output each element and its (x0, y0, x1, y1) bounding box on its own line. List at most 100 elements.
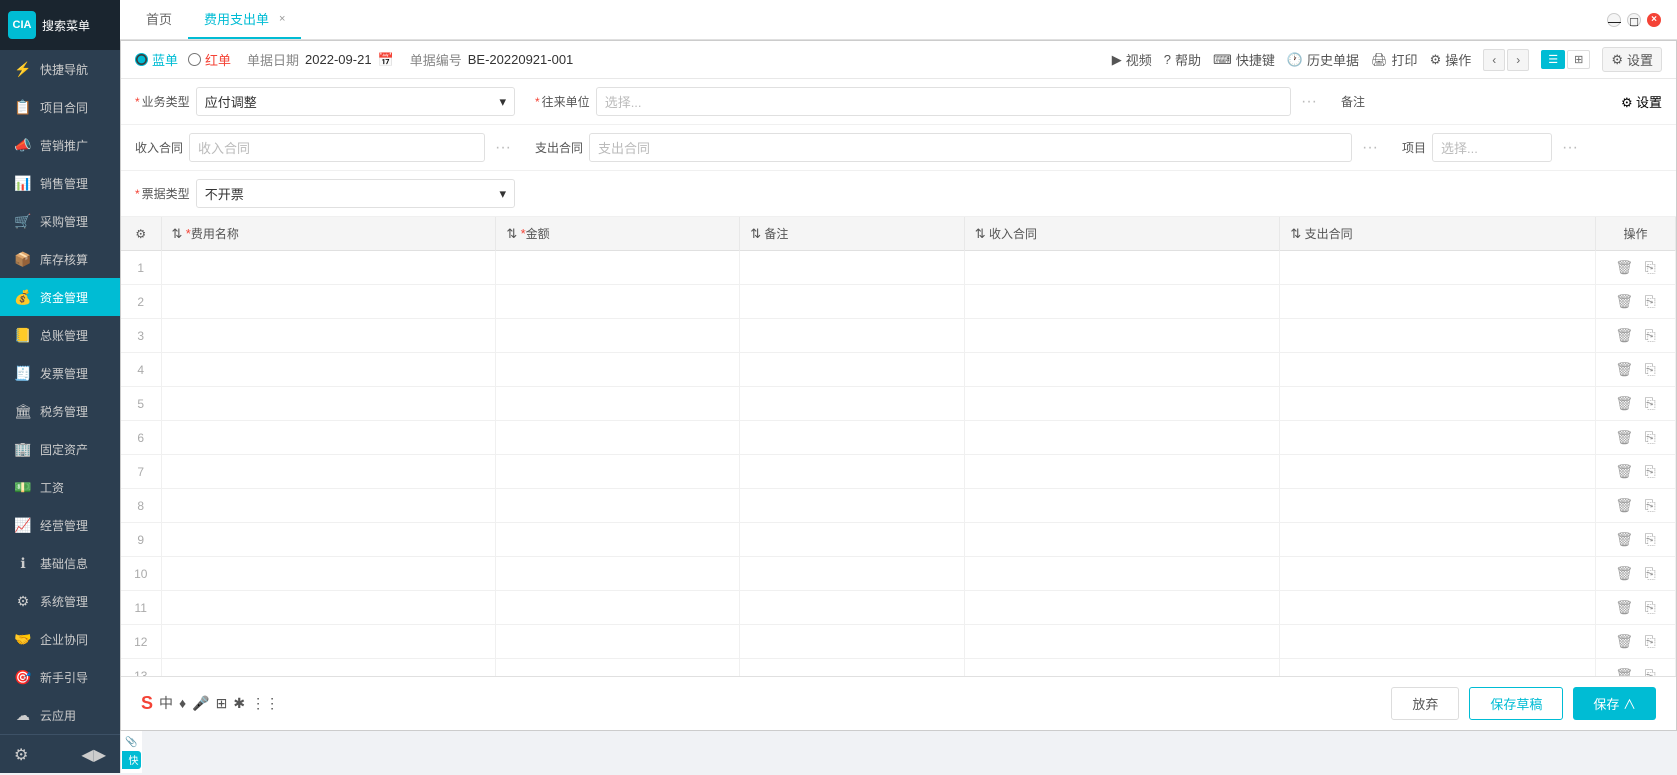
row-income-contract-2[interactable] (964, 285, 1280, 319)
tab-close-expense[interactable]: × (279, 13, 285, 25)
attachment-icon[interactable]: 📎 (126, 735, 137, 747)
brand-star-icon[interactable]: ✱ (233, 695, 245, 712)
col-settings[interactable]: ⚙ (121, 217, 161, 251)
row-remark-3[interactable] (740, 319, 965, 353)
radio-hong[interactable]: 红单 (188, 50, 231, 69)
row-income-contract-6[interactable] (964, 421, 1280, 455)
row-income-contract-11[interactable] (964, 591, 1280, 625)
row-remark-2[interactable] (740, 285, 965, 319)
row-delete-7[interactable]: 🗑 (1611, 461, 1637, 482)
row-expense-contract-5[interactable] (1280, 387, 1596, 421)
row-delete-6[interactable]: 🗑 (1611, 427, 1637, 448)
history-tool[interactable]: 🕐 历史单据 (1287, 50, 1359, 69)
row-remark-7[interactable] (740, 455, 965, 489)
sidebar-item-tax-mgmt[interactable]: 🏛税务管理 (0, 392, 120, 430)
view-list-btn[interactable]: ☰ (1541, 50, 1565, 69)
row-remark-4[interactable] (740, 353, 965, 387)
row-income-contract-7[interactable] (964, 455, 1280, 489)
action-tool[interactable]: ⚙ 操作 (1430, 50, 1472, 69)
row-copy-10[interactable]: ⎘ (1640, 563, 1659, 584)
row-delete-1[interactable]: 🗑 (1611, 257, 1637, 278)
row-copy-2[interactable]: ⎘ (1640, 291, 1659, 312)
brand-grid-icon[interactable]: ⊞ (216, 695, 228, 712)
date-value[interactable]: 2022-09-21 (305, 52, 372, 67)
radio-lan[interactable]: 蓝单 (135, 50, 178, 69)
row-income-contract-10[interactable] (964, 557, 1280, 591)
brand-mic-icon[interactable]: 🎤 (192, 695, 209, 712)
col-expense-sort[interactable]: ⇅ (1290, 226, 1301, 241)
row-copy-11[interactable]: ⎘ (1640, 597, 1659, 618)
row-remark-8[interactable] (740, 489, 965, 523)
sidebar-item-newbie[interactable]: 🎯新手引导 (0, 658, 120, 696)
row-income-contract-13[interactable] (964, 659, 1280, 676)
settings-footer-icon[interactable]: ⚙ (14, 745, 28, 765)
sidebar-item-fixed-assets[interactable]: 🏢固定资产 (0, 430, 120, 468)
discard-button[interactable]: 放弃 (1391, 687, 1459, 720)
row-income-contract-1[interactable] (964, 251, 1280, 285)
row-income-contract-4[interactable] (964, 353, 1280, 387)
brand-zhong-icon[interactable]: 中 (159, 693, 173, 713)
row-copy-4[interactable]: ⎘ (1640, 359, 1659, 380)
row-amount-8[interactable] (496, 489, 740, 523)
row-expense-name-3[interactable] (161, 319, 496, 353)
row-income-contract-3[interactable] (964, 319, 1280, 353)
settings-button[interactable]: ⚙ 设置 (1602, 47, 1662, 72)
row-expense-contract-12[interactable] (1280, 625, 1596, 659)
row-delete-9[interactable]: 🗑 (1611, 529, 1637, 550)
invoice-type-select[interactable]: 不开票 ▾ (196, 179, 515, 208)
row-expense-name-9[interactable] (161, 523, 496, 557)
row-expense-name-5[interactable] (161, 387, 496, 421)
minimize-button[interactable]: — (1607, 13, 1621, 27)
row-delete-2[interactable]: 🗑 (1611, 291, 1637, 312)
expense-contract-dots[interactable]: ··· (1358, 139, 1382, 157)
project-select[interactable]: 选择... (1432, 133, 1552, 162)
row-expense-contract-7[interactable] (1280, 455, 1596, 489)
row-expense-name-4[interactable] (161, 353, 496, 387)
row-copy-13[interactable]: ⎘ (1640, 665, 1659, 676)
row-remark-11[interactable] (740, 591, 965, 625)
project-dots[interactable]: ··· (1558, 139, 1582, 157)
row-expense-name-11[interactable] (161, 591, 496, 625)
sidebar-item-ops-mgmt[interactable]: 📈经营管理 (0, 506, 120, 544)
sidebar-item-basic-info[interactable]: ℹ基础信息 (0, 544, 120, 582)
row-amount-4[interactable] (496, 353, 740, 387)
row-income-contract-8[interactable] (964, 489, 1280, 523)
row-delete-3[interactable]: 🗑 (1611, 325, 1637, 346)
sidebar-item-marketing[interactable]: 📣营销推广 (0, 126, 120, 164)
sidebar-item-fund-mgmt[interactable]: 💰资金管理 (0, 278, 120, 316)
row-amount-3[interactable] (496, 319, 740, 353)
video-tool[interactable]: ▶ 视频 (1112, 50, 1152, 69)
row-amount-10[interactable] (496, 557, 740, 591)
sidebar-item-enterprise[interactable]: 🤝企业协同 (0, 620, 120, 658)
search-menu-label[interactable]: 搜索菜单 (42, 17, 90, 34)
row-expense-name-13[interactable] (161, 659, 496, 676)
row-income-contract-9[interactable] (964, 523, 1280, 557)
row-copy-9[interactable]: ⎘ (1640, 529, 1659, 550)
income-contract-select[interactable]: 收入合同 (189, 133, 485, 162)
counterpart-dots[interactable]: ··· (1297, 93, 1321, 111)
brand-diamond-icon[interactable]: ♦ (179, 695, 186, 711)
nav-prev-btn[interactable]: ‹ (1483, 49, 1505, 71)
row-delete-10[interactable]: 🗑 (1611, 563, 1637, 584)
row-amount-1[interactable] (496, 251, 740, 285)
row-expense-name-8[interactable] (161, 489, 496, 523)
row-expense-name-1[interactable] (161, 251, 496, 285)
row-amount-9[interactable] (496, 523, 740, 557)
volume-footer-icon[interactable]: ◀▶ (81, 745, 106, 765)
row-copy-12[interactable]: ⎘ (1640, 631, 1659, 652)
row-remark-12[interactable] (740, 625, 965, 659)
counterpart-select[interactable]: 选择... (596, 87, 1291, 116)
row-expense-contract-9[interactable] (1280, 523, 1596, 557)
business-type-select[interactable]: 应付调整 ▾ (196, 87, 515, 116)
tab-home[interactable]: 首页 (130, 1, 188, 39)
row-remark-13[interactable] (740, 659, 965, 676)
close-button[interactable]: × (1647, 13, 1661, 27)
sidebar-item-sales-mgmt[interactable]: 📊销售管理 (0, 164, 120, 202)
row-amount-13[interactable] (496, 659, 740, 676)
row-copy-7[interactable]: ⎘ (1640, 461, 1659, 482)
row-copy-6[interactable]: ⎘ (1640, 427, 1659, 448)
brand-dots-icon[interactable]: ⋮⋮ (251, 695, 279, 712)
save-draft-button[interactable]: 保存草稿 (1469, 687, 1563, 720)
row-expense-name-12[interactable] (161, 625, 496, 659)
row-amount-7[interactable] (496, 455, 740, 489)
